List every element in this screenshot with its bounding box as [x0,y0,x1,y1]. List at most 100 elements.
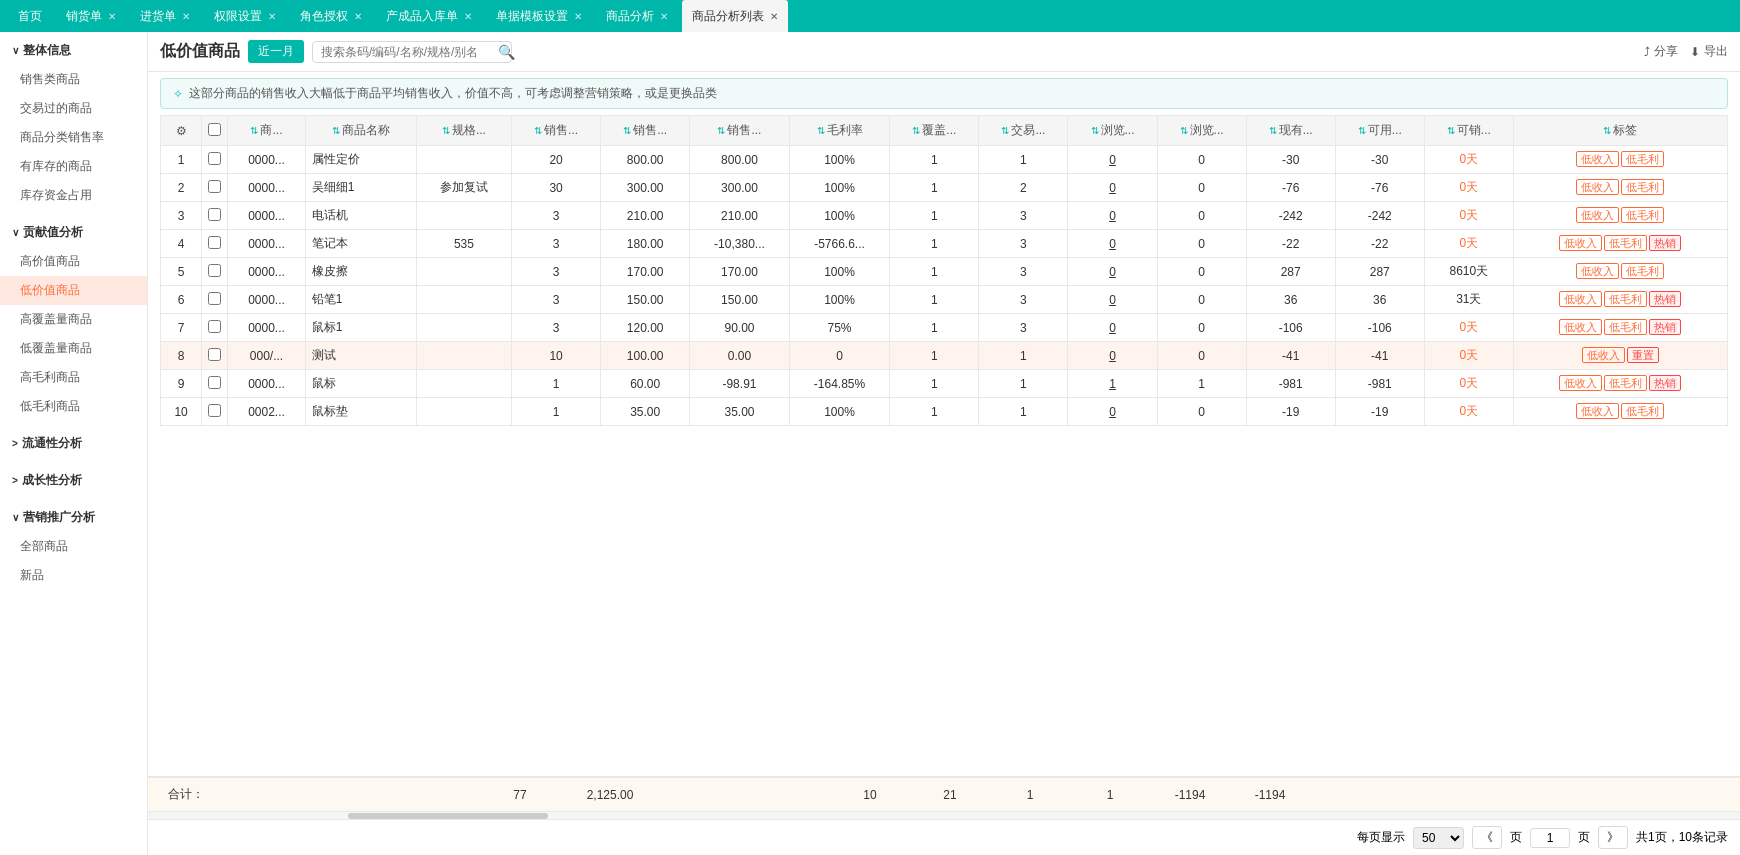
sidebar-item-low-coverage[interactable]: 低覆盖量商品 [0,334,147,363]
first-page-btn[interactable]: 《 [1472,826,1502,849]
col-tags[interactable]: ⇅标签 [1513,116,1727,146]
col-available[interactable]: ⇅可用... [1335,116,1424,146]
nav-close-template[interactable]: ✕ [574,11,582,22]
nav-role[interactable]: 角色授权 ✕ [290,0,372,32]
nav-close-analysis[interactable]: ✕ [660,11,668,22]
sidebar-group-liquidity[interactable]: > 流通性分析 [0,429,147,458]
sidebar-item-new-goods[interactable]: 新品 [0,561,147,590]
nav-sales[interactable]: 销货单 ✕ [56,0,126,32]
row-checkbox-cell[interactable] [202,286,228,314]
row-checkbox[interactable] [208,152,221,165]
row-coverage: 1 [890,314,979,342]
search-icon[interactable]: 🔍 [498,44,515,60]
page-size-select[interactable]: 50 10 20 100 [1413,827,1464,849]
nav-home[interactable]: 首页 [8,0,52,32]
select-all-checkbox[interactable] [208,123,221,136]
row-checkbox-cell[interactable] [202,174,228,202]
col-code[interactable]: ⇅商... [228,116,306,146]
col-checkbox[interactable] [202,116,228,146]
arrow-growth: > [12,475,18,486]
row-checkbox[interactable] [208,264,221,277]
nav-analysis-list[interactable]: 商品分析列表 ✕ [682,0,788,32]
search-input[interactable] [312,41,512,63]
col-avg[interactable]: ⇅销售... [690,116,790,146]
col-current[interactable]: ⇅现有... [1246,116,1335,146]
row-checkbox[interactable] [208,292,221,305]
col-trade[interactable]: ⇅交易... [979,116,1068,146]
col-coverage[interactable]: ⇅覆盖... [890,116,979,146]
row-checkbox-cell[interactable] [202,314,228,342]
row-checkbox[interactable] [208,348,221,361]
row-checkbox-cell[interactable] [202,146,228,174]
table-container[interactable]: ⚙ ⇅商... ⇅商品名称 ⇅规格... ⇅销售... ⇅销售... ⇅销售..… [148,115,1740,776]
row-checkbox-cell[interactable] [202,202,228,230]
nav-permission[interactable]: 权限设置 ✕ [204,0,286,32]
period-button[interactable]: 近一月 [248,40,304,63]
nav-close-inbound[interactable]: ✕ [464,11,472,22]
browse-link[interactable]: 1 [1109,377,1116,391]
nav-close-permission[interactable]: ✕ [268,11,276,22]
nav-purchase[interactable]: 进货单 ✕ [130,0,200,32]
browse-link[interactable]: 0 [1109,293,1116,307]
sidebar-item-stock-capital[interactable]: 库存资金占用 [0,181,147,210]
row-checkbox-cell[interactable] [202,398,228,426]
sidebar-item-traded-goods[interactable]: 交易过的商品 [0,94,147,123]
page-input[interactable] [1530,828,1570,848]
info-icon: ✧ [173,87,183,101]
sidebar-item-high-margin[interactable]: 高毛利商品 [0,363,147,392]
browse-link[interactable]: 0 [1109,209,1116,223]
nav-close-role[interactable]: ✕ [354,11,362,22]
row-margin: -164.85% [789,370,890,398]
row-checkbox[interactable] [208,404,221,417]
sidebar-item-high-coverage[interactable]: 高覆盖量商品 [0,305,147,334]
sidebar-item-sales-goods[interactable]: 销售类商品 [0,65,147,94]
sidebar-group-contribution[interactable]: ∨ 贡献值分析 [0,218,147,247]
sidebar-item-category-rate[interactable]: 商品分类销售率 [0,123,147,152]
row-checkbox-cell[interactable] [202,230,228,258]
row-checkbox-cell[interactable] [202,258,228,286]
col-browse1[interactable]: ⇅浏览... [1068,116,1157,146]
browse-link[interactable]: 0 [1109,405,1116,419]
col-browse2[interactable]: ⇅浏览... [1157,116,1246,146]
row-checkbox[interactable] [208,320,221,333]
browse-link[interactable]: 0 [1109,153,1116,167]
sidebar-group-marketing[interactable]: ∨ 营销推广分析 [0,503,147,532]
sidebar-item-stock-goods[interactable]: 有库存的商品 [0,152,147,181]
row-checkbox-cell[interactable] [202,342,228,370]
last-page-btn[interactable]: 》 [1598,826,1628,849]
nav-analysis[interactable]: 商品分析 ✕ [596,0,678,32]
row-checkbox[interactable] [208,236,221,249]
sidebar-group-overall[interactable]: ∨ 整体信息 [0,36,147,65]
row-checkbox[interactable] [208,208,221,221]
browse-link[interactable]: 0 [1109,181,1116,195]
col-sellable[interactable]: ⇅可销... [1424,116,1513,146]
row-qty: 3 [512,286,601,314]
sidebar-item-low-margin[interactable]: 低毛利商品 [0,392,147,421]
scrollbar-area[interactable] [148,811,1740,819]
nav-inbound[interactable]: 产成品入库单 ✕ [376,0,482,32]
col-spec[interactable]: ⇅规格... [416,116,511,146]
sidebar-group-growth[interactable]: > 成长性分析 [0,466,147,495]
browse-link[interactable]: 0 [1109,265,1116,279]
row-checkbox[interactable] [208,376,221,389]
share-button[interactable]: ⤴ 分享 [1644,43,1678,60]
browse-link[interactable]: 0 [1109,321,1116,335]
nav-template[interactable]: 单据模板设置 ✕ [486,0,592,32]
nav-close-sales[interactable]: ✕ [108,11,116,22]
row-checkbox-cell[interactable] [202,370,228,398]
export-button[interactable]: ⬇ 导出 [1690,43,1728,60]
col-margin[interactable]: ⇅毛利率 [789,116,890,146]
browse-link[interactable]: 0 [1109,349,1116,363]
sidebar-item-low-value[interactable]: 低价值商品 [0,276,147,305]
row-checkbox[interactable] [208,180,221,193]
col-qty[interactable]: ⇅销售... [512,116,601,146]
col-name[interactable]: ⇅商品名称 [305,116,416,146]
scrollbar-thumb[interactable] [348,813,548,819]
browse-link[interactable]: 0 [1109,237,1116,251]
col-settings[interactable]: ⚙ [161,116,202,146]
nav-close-purchase[interactable]: ✕ [182,11,190,22]
sidebar-item-all-goods[interactable]: 全部商品 [0,532,147,561]
col-amount[interactable]: ⇅销售... [601,116,690,146]
nav-close-analysis-list[interactable]: ✕ [770,11,778,22]
sidebar-item-high-value[interactable]: 高价值商品 [0,247,147,276]
